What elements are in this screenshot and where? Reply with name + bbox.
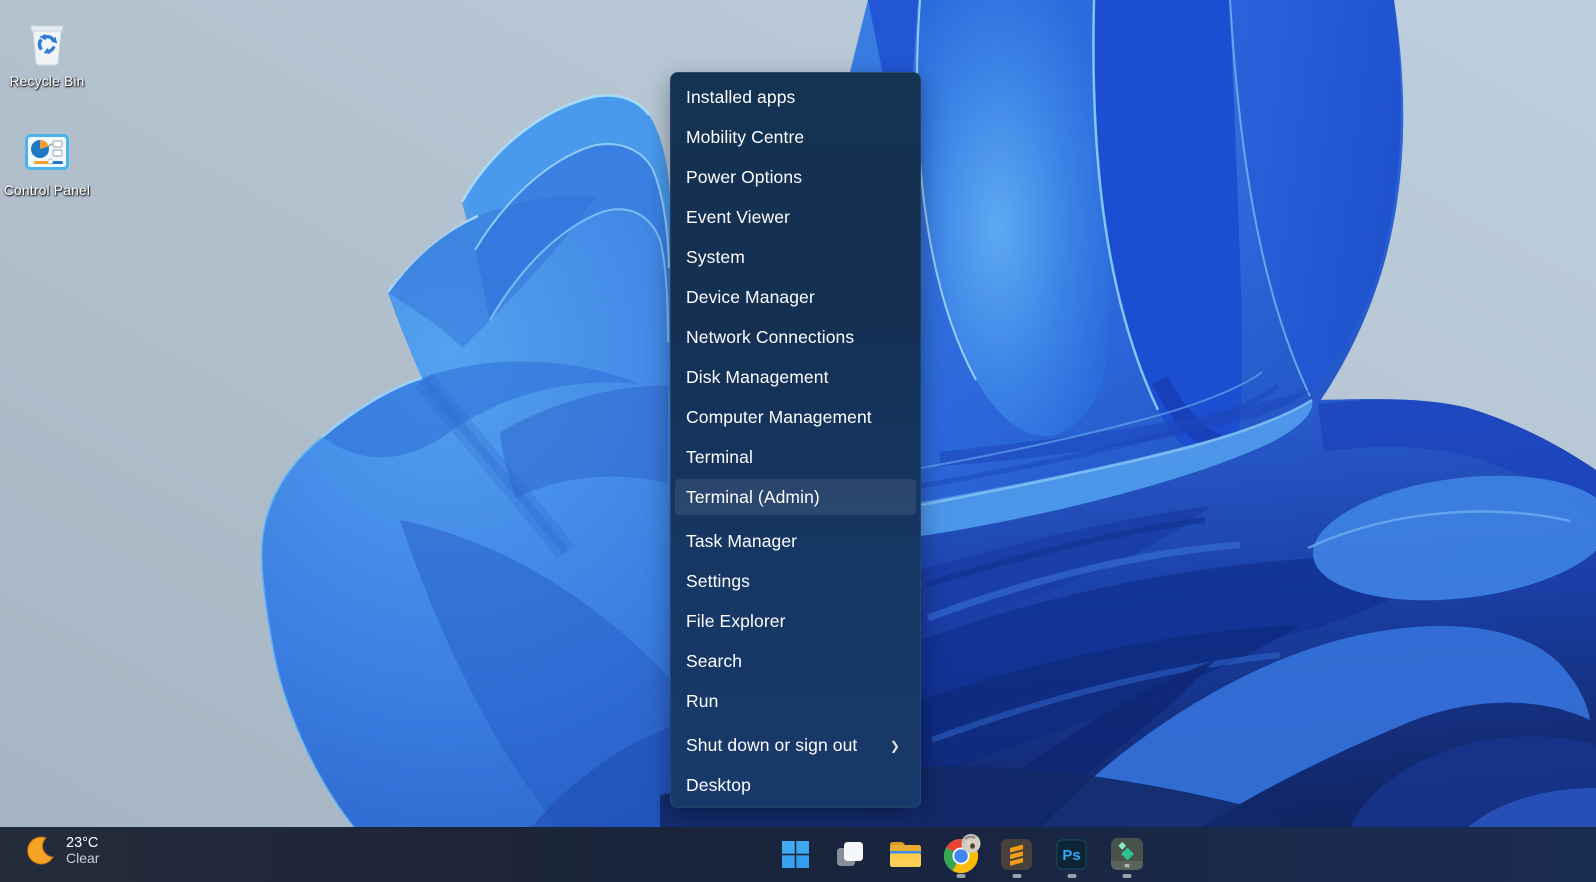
- svg-text:Ps: Ps: [1063, 847, 1081, 864]
- svg-text:w: w: [1124, 863, 1131, 870]
